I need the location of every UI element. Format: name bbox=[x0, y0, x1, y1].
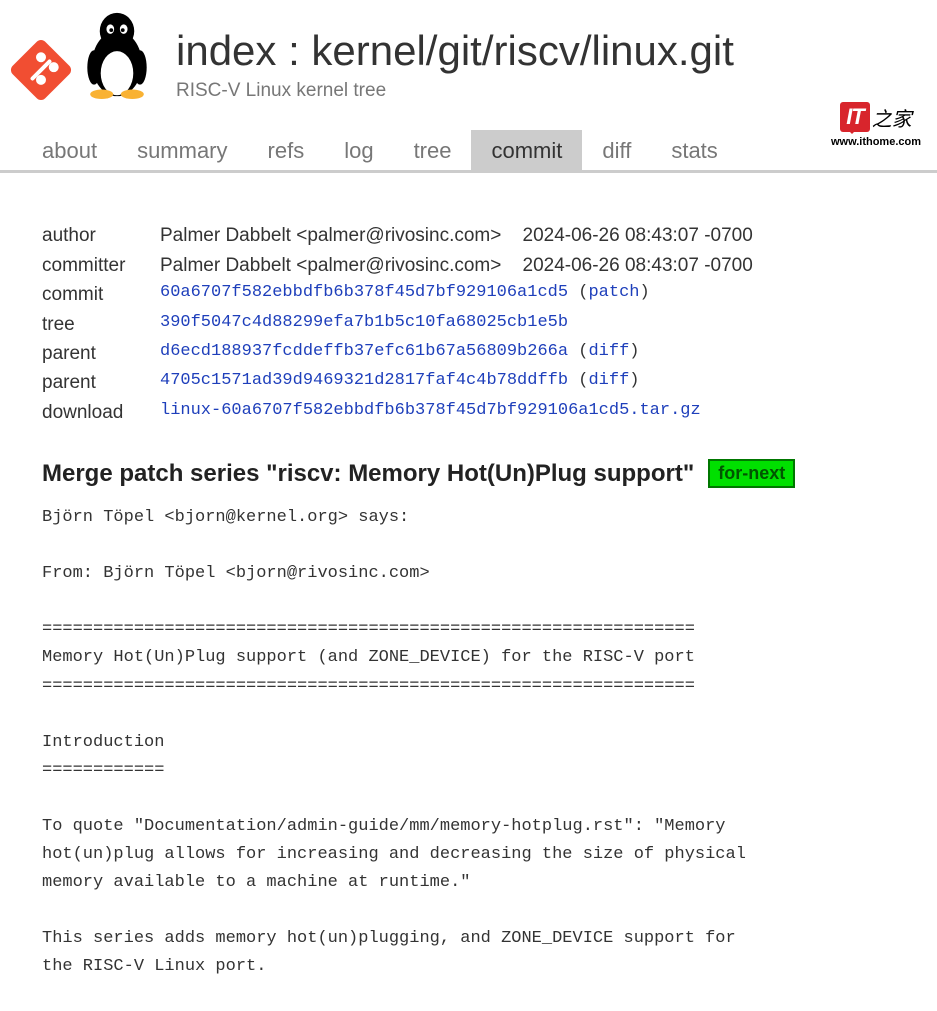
commit-label: commit bbox=[42, 280, 160, 309]
commit-title-row: Merge patch series "riscv: Memory Hot(Un… bbox=[42, 459, 897, 488]
watermark-logo: IT 之家 www.ithome.com bbox=[831, 102, 921, 148]
parent1-hash-link[interactable]: d6ecd188937fcddeffb37efc61b67a56809b266a bbox=[160, 342, 568, 361]
committer-name: Palmer Dabbelt <palmer@rivosinc.com> bbox=[160, 255, 501, 276]
parent2-diff-link[interactable]: diff bbox=[588, 371, 629, 390]
tree-hash-link[interactable]: 390f5047c4d88299efa7b1b5c10fa68025cb1e5b bbox=[160, 313, 568, 332]
tab-tree[interactable]: tree bbox=[394, 130, 472, 170]
it-suffix-text: 之家 bbox=[872, 103, 912, 132]
download-row: download linux-60a6707f582ebbdfb6b378f45… bbox=[42, 398, 897, 427]
parent1-row: parent d6ecd188937fcddeffb37efc61b67a568… bbox=[42, 339, 897, 368]
page-subtitle: RISC-V Linux kernel tree bbox=[176, 80, 919, 102]
watermark-url: www.ithome.com bbox=[831, 136, 921, 148]
branch-badge[interactable]: for-next bbox=[708, 459, 795, 488]
author-date: 2024-06-26 08:43:07 -0700 bbox=[523, 225, 753, 246]
tab-about[interactable]: about bbox=[22, 130, 117, 170]
tab-summary[interactable]: summary bbox=[117, 130, 247, 170]
tree-row: tree 390f5047c4d88299efa7b1b5c10fa68025c… bbox=[42, 310, 897, 339]
nav-tabs: about summary refs log tree commit diff … bbox=[0, 130, 937, 173]
parent2-value: 4705c1571ad39d9469321d2817faf4c4b78ddffb… bbox=[160, 368, 897, 397]
commit-patch-link[interactable]: patch bbox=[588, 283, 639, 302]
commit-meta-table: author Palmer Dabbelt <palmer@rivosinc.c… bbox=[42, 221, 897, 427]
tab-commit[interactable]: commit bbox=[471, 130, 582, 170]
parent1-value: d6ecd188937fcddeffb37efc61b67a56809b266a… bbox=[160, 339, 897, 368]
tab-stats[interactable]: stats bbox=[651, 130, 737, 170]
parent2-row: parent 4705c1571ad39d9469321d2817faf4c4b… bbox=[42, 368, 897, 397]
committer-date: 2024-06-26 08:43:07 -0700 bbox=[523, 255, 753, 276]
author-value: Palmer Dabbelt <palmer@rivosinc.com> 202… bbox=[160, 221, 897, 250]
download-link[interactable]: linux-60a6707f582ebbdfb6b378f45d7bf92910… bbox=[160, 401, 701, 420]
it-badge-icon: IT bbox=[840, 102, 870, 132]
commit-hash-link[interactable]: 60a6707f582ebbdfb6b378f45d7bf929106a1cd5 bbox=[160, 283, 568, 302]
author-label: author bbox=[42, 221, 160, 250]
commit-message: Björn Töpel <bjorn@kernel.org> says: Fro… bbox=[42, 504, 897, 981]
page-title: index : kernel/git/riscv/linux.git bbox=[176, 28, 919, 74]
parent1-label: parent bbox=[42, 339, 160, 368]
download-label: download bbox=[42, 398, 160, 427]
parent2-hash-link[interactable]: 4705c1571ad39d9469321d2817faf4c4b78ddffb bbox=[160, 371, 568, 390]
logo-area bbox=[18, 10, 156, 100]
tab-refs[interactable]: refs bbox=[248, 130, 325, 170]
tab-log[interactable]: log bbox=[324, 130, 393, 170]
tab-diff[interactable]: diff bbox=[582, 130, 651, 170]
tree-value: 390f5047c4d88299efa7b1b5c10fa68025cb1e5b bbox=[160, 310, 897, 339]
commit-value: 60a6707f582ebbdfb6b378f45d7bf929106a1cd5… bbox=[160, 280, 897, 309]
committer-label: committer bbox=[42, 251, 160, 280]
title-area: index : kernel/git/riscv/linux.git RISC-… bbox=[176, 10, 919, 102]
tree-label: tree bbox=[42, 310, 160, 339]
committer-row: committer Palmer Dabbelt <palmer@rivosin… bbox=[42, 251, 897, 280]
git-logo-icon bbox=[8, 37, 73, 102]
tux-penguin-icon bbox=[78, 10, 156, 100]
committer-value: Palmer Dabbelt <palmer@rivosinc.com> 202… bbox=[160, 251, 897, 280]
parent1-diff-link[interactable]: diff bbox=[588, 342, 629, 361]
author-row: author Palmer Dabbelt <palmer@rivosinc.c… bbox=[42, 221, 897, 250]
download-value: linux-60a6707f582ebbdfb6b378f45d7bf92910… bbox=[160, 398, 897, 427]
content-area: author Palmer Dabbelt <palmer@rivosinc.c… bbox=[0, 173, 937, 1001]
commit-subject: Merge patch series "riscv: Memory Hot(Un… bbox=[42, 460, 694, 488]
commit-row: commit 60a6707f582ebbdfb6b378f45d7bf9291… bbox=[42, 280, 897, 309]
author-name: Palmer Dabbelt <palmer@rivosinc.com> bbox=[160, 225, 501, 246]
page-header: index : kernel/git/riscv/linux.git RISC-… bbox=[0, 0, 937, 102]
parent2-label: parent bbox=[42, 368, 160, 397]
